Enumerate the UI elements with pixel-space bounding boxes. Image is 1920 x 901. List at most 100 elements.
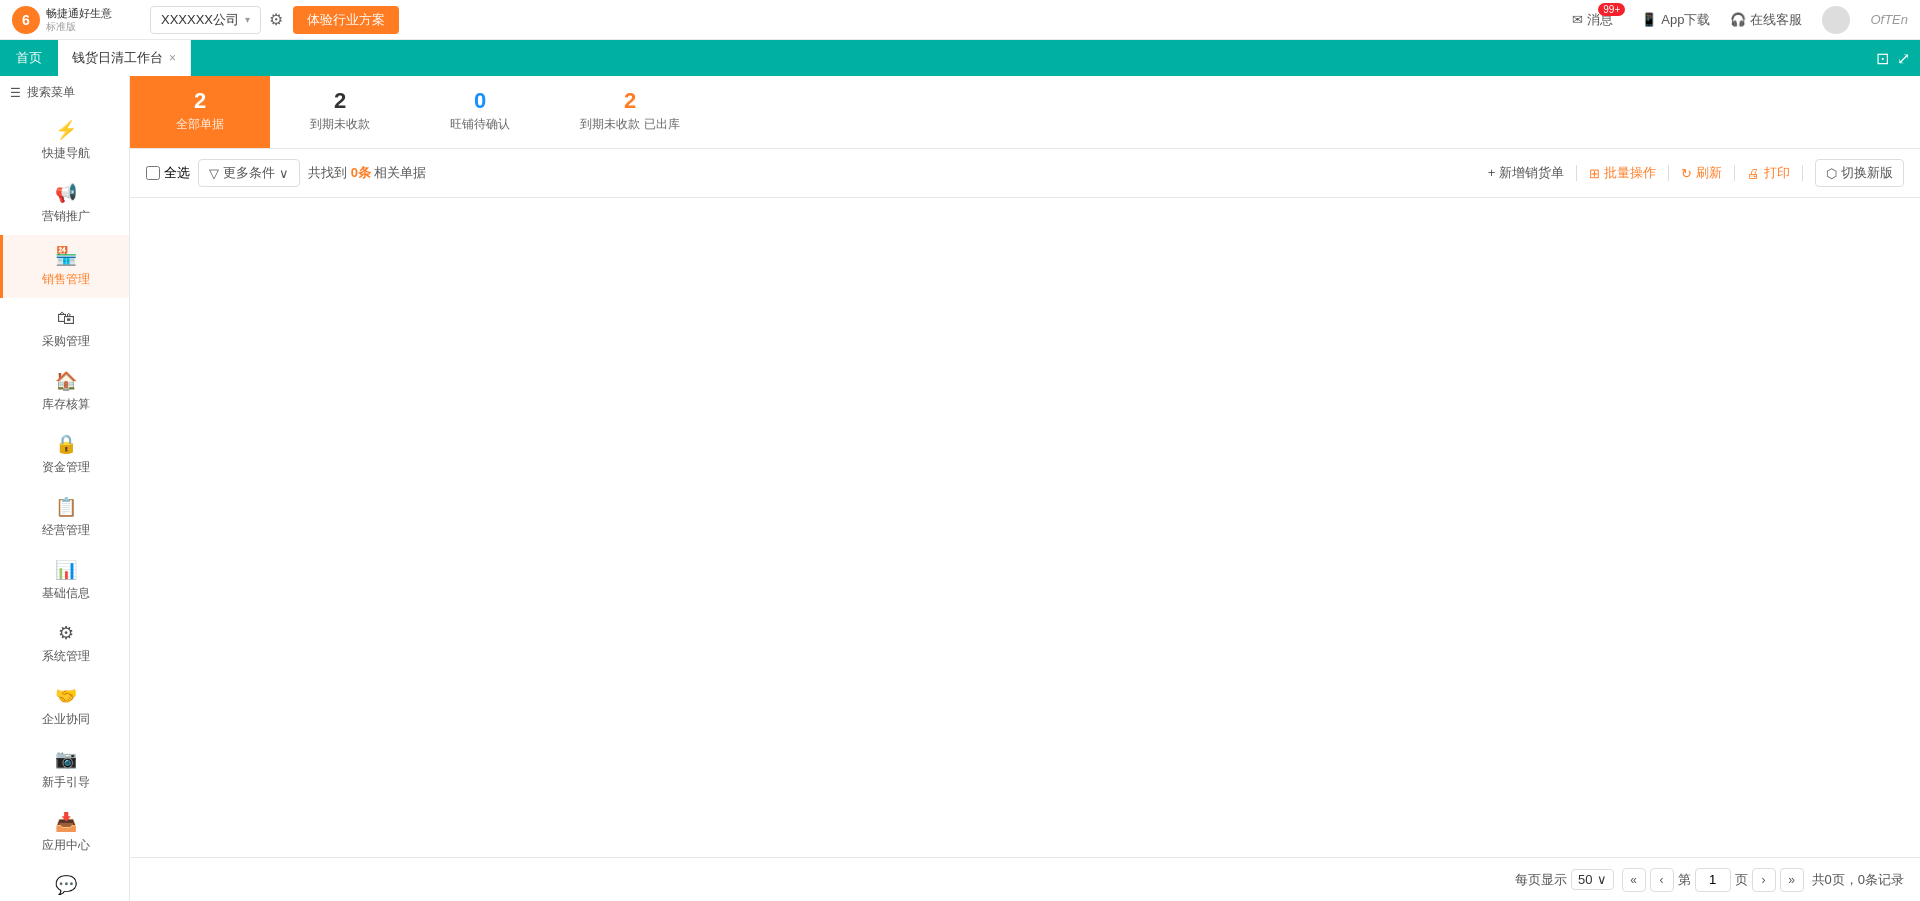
headset-icon: 🎧	[1730, 12, 1746, 27]
system-icon: ⚙	[58, 622, 74, 644]
sidebar-item-purchase[interactable]: 🛍 采购管理	[0, 298, 129, 360]
top-bar: 6 畅捷通好生意 标准版 XXXXXX公司 ▾ ⚙ 体验行业方案 ✉ 消息 99…	[0, 0, 1920, 40]
add-sales-order-button[interactable]: + 新增销货单	[1488, 164, 1564, 182]
inventory-icon: 🏠	[55, 370, 77, 392]
sidebar-item-system[interactable]: ⚙ 系统管理	[0, 612, 129, 675]
company-dropdown-arrow: ▾	[245, 14, 250, 25]
trial-button[interactable]: 体验行业方案	[293, 6, 399, 34]
marketing-icon: 📢	[55, 182, 77, 204]
logo-area: 6 畅捷通好生意 标准版	[12, 6, 142, 34]
enterprise-icon: 🤝	[55, 685, 77, 707]
stat-label-overdue: 到期未收款	[310, 116, 370, 133]
filter-arrow-icon: ∨	[279, 166, 289, 181]
phone-icon: 📱	[1641, 12, 1657, 27]
toolbar-divider-2	[1668, 165, 1669, 181]
sidebar-item-finance[interactable]: 🔒 资金管理	[0, 423, 129, 486]
content-area: 2 全部单据 2 到期未收款 0 旺铺待确认 2 到期未收款 已出库 全选	[130, 76, 1920, 901]
stat-card-shipped[interactable]: 2 到期未收款 已出库	[550, 76, 710, 148]
page-number-input[interactable]	[1695, 868, 1731, 892]
sidebar: ☰ 搜索菜单 ⚡ 快捷导航 📢 营销推广 🏪 销售管理 🛍 采购管理 🏠 库存核…	[0, 76, 130, 901]
first-page-button[interactable]: «	[1622, 868, 1646, 892]
total-info: 共0页，0条记录	[1812, 871, 1904, 889]
basic-info-icon: 📊	[55, 559, 77, 581]
next-page-button[interactable]: ›	[1752, 868, 1776, 892]
stat-card-overdue[interactable]: 2 到期未收款	[270, 76, 410, 148]
sidebar-item-basic-info[interactable]: 📊 基础信息	[0, 549, 129, 612]
toolbar: 全选 ▽ 更多条件 ∨ 共找到 0条 相关单据 + 新增销货单 ⊞ 批量操作	[130, 149, 1920, 198]
stats-row: 2 全部单据 2 到期未收款 0 旺铺待确认 2 到期未收款 已出库	[130, 76, 1920, 149]
page-size-select: 每页显示 50 ∨	[1515, 869, 1613, 890]
switch-icon: ⬡	[1826, 166, 1837, 181]
logo-text: 畅捷通好生意 标准版	[46, 6, 112, 33]
operation-icon: 📋	[55, 496, 77, 518]
select-all-checkbox[interactable]	[146, 166, 160, 180]
table-area	[130, 198, 1920, 857]
page-navigation: « ‹ 第 页 › »	[1622, 868, 1804, 892]
stat-label-all: 全部单据	[176, 116, 224, 133]
found-count: 0条	[351, 165, 371, 180]
messages-badge: 99+	[1598, 3, 1625, 16]
sidebar-item-sales[interactable]: 🏪 销售管理	[0, 235, 129, 298]
tab-bar: 首页 钱货日清工作台 × ⊡ ⤢	[0, 40, 1920, 76]
top-right-area: ✉ 消息 99+ 📱 App下载 🎧 在线客服 OfTEn	[1572, 6, 1908, 34]
tab-restore-button[interactable]: ⊡	[1876, 49, 1889, 68]
page-size-arrow: ∨	[1597, 872, 1607, 887]
prev-page-button[interactable]: ‹	[1650, 868, 1674, 892]
print-icon: 🖨	[1747, 166, 1760, 181]
search-menu-item[interactable]: ☰ 搜索菜单	[0, 76, 129, 109]
wecom-icon: 💬	[55, 874, 77, 896]
toolbar-divider-4	[1802, 165, 1803, 181]
sales-icon: 🏪	[55, 245, 77, 267]
sidebar-item-wecom[interactable]: 💬 企业微信	[0, 864, 129, 901]
main-layout: ☰ 搜索菜单 ⚡ 快捷导航 📢 营销推广 🏪 销售管理 🛍 采购管理 🏠 库存核…	[0, 76, 1920, 901]
toolbar-divider-3	[1734, 165, 1735, 181]
stat-number-all: 2	[194, 88, 206, 114]
stat-card-all[interactable]: 2 全部单据	[130, 76, 270, 148]
finance-icon: 🔒	[55, 433, 77, 455]
sidebar-item-enterprise[interactable]: 🤝 企业协同	[0, 675, 129, 738]
tab-right-actions: ⊡ ⤢	[1876, 40, 1920, 76]
avatar[interactable]	[1822, 6, 1850, 34]
quick-nav-icon: ⚡	[55, 119, 77, 141]
switch-version-button[interactable]: ⬡ 切换新版	[1815, 159, 1904, 187]
beginner-icon: 📷	[55, 748, 77, 770]
last-page-button[interactable]: »	[1780, 868, 1804, 892]
tab-home[interactable]: 首页	[0, 40, 58, 76]
app-download-button[interactable]: 📱 App下载	[1641, 11, 1710, 29]
stat-card-pending[interactable]: 0 旺铺待确认	[410, 76, 550, 148]
sidebar-item-app-center[interactable]: 📥 应用中心	[0, 801, 129, 864]
batch-icon: ⊞	[1589, 166, 1600, 181]
search-icon: ☰	[10, 86, 21, 100]
online-service-button[interactable]: 🎧 在线客服	[1730, 11, 1802, 29]
tab-active[interactable]: 钱货日清工作台 ×	[58, 40, 191, 76]
batch-operation-button[interactable]: ⊞ 批量操作	[1589, 164, 1656, 182]
sidebar-item-beginner[interactable]: 📷 新手引导	[0, 738, 129, 801]
print-button[interactable]: 🖨 打印	[1747, 164, 1790, 182]
sidebar-item-marketing[interactable]: 📢 营销推广	[0, 172, 129, 235]
often-text: OfTEn	[1870, 12, 1908, 27]
tab-close-icon[interactable]: ×	[169, 51, 176, 65]
filter-button[interactable]: ▽ 更多条件 ∨	[198, 159, 300, 187]
pagination: 每页显示 50 ∨ « ‹ 第 页 › » 共0页，0条记录	[130, 857, 1920, 901]
app-center-icon: 📥	[55, 811, 77, 833]
sidebar-item-quick-nav[interactable]: ⚡ 快捷导航	[0, 109, 129, 172]
sidebar-item-operation[interactable]: 📋 经营管理	[0, 486, 129, 549]
messages-button[interactable]: ✉ 消息 99+	[1572, 11, 1613, 29]
stat-number-shipped: 2	[624, 88, 636, 114]
toolbar-right: + 新增销货单 ⊞ 批量操作 ↻ 刷新 🖨 打印	[1488, 159, 1904, 187]
select-all-area[interactable]: 全选	[146, 164, 190, 182]
company-selector[interactable]: XXXXXX公司 ▾	[150, 6, 261, 34]
stat-label-pending: 旺铺待确认	[450, 116, 510, 133]
filter-icon: ▽	[209, 166, 219, 181]
tab-maximize-button[interactable]: ⤢	[1897, 49, 1910, 68]
found-text: 共找到 0条 相关单据	[308, 164, 426, 182]
settings-button[interactable]: ⚙	[269, 10, 283, 29]
stat-number-pending: 0	[474, 88, 486, 114]
refresh-button[interactable]: ↻ 刷新	[1681, 164, 1722, 182]
sidebar-item-inventory[interactable]: 🏠 库存核算	[0, 360, 129, 423]
toolbar-divider-1	[1576, 165, 1577, 181]
page-size-dropdown[interactable]: 50 ∨	[1571, 869, 1613, 890]
refresh-icon: ↻	[1681, 166, 1692, 181]
message-icon: ✉	[1572, 12, 1583, 27]
logo-icon: 6	[12, 6, 40, 34]
